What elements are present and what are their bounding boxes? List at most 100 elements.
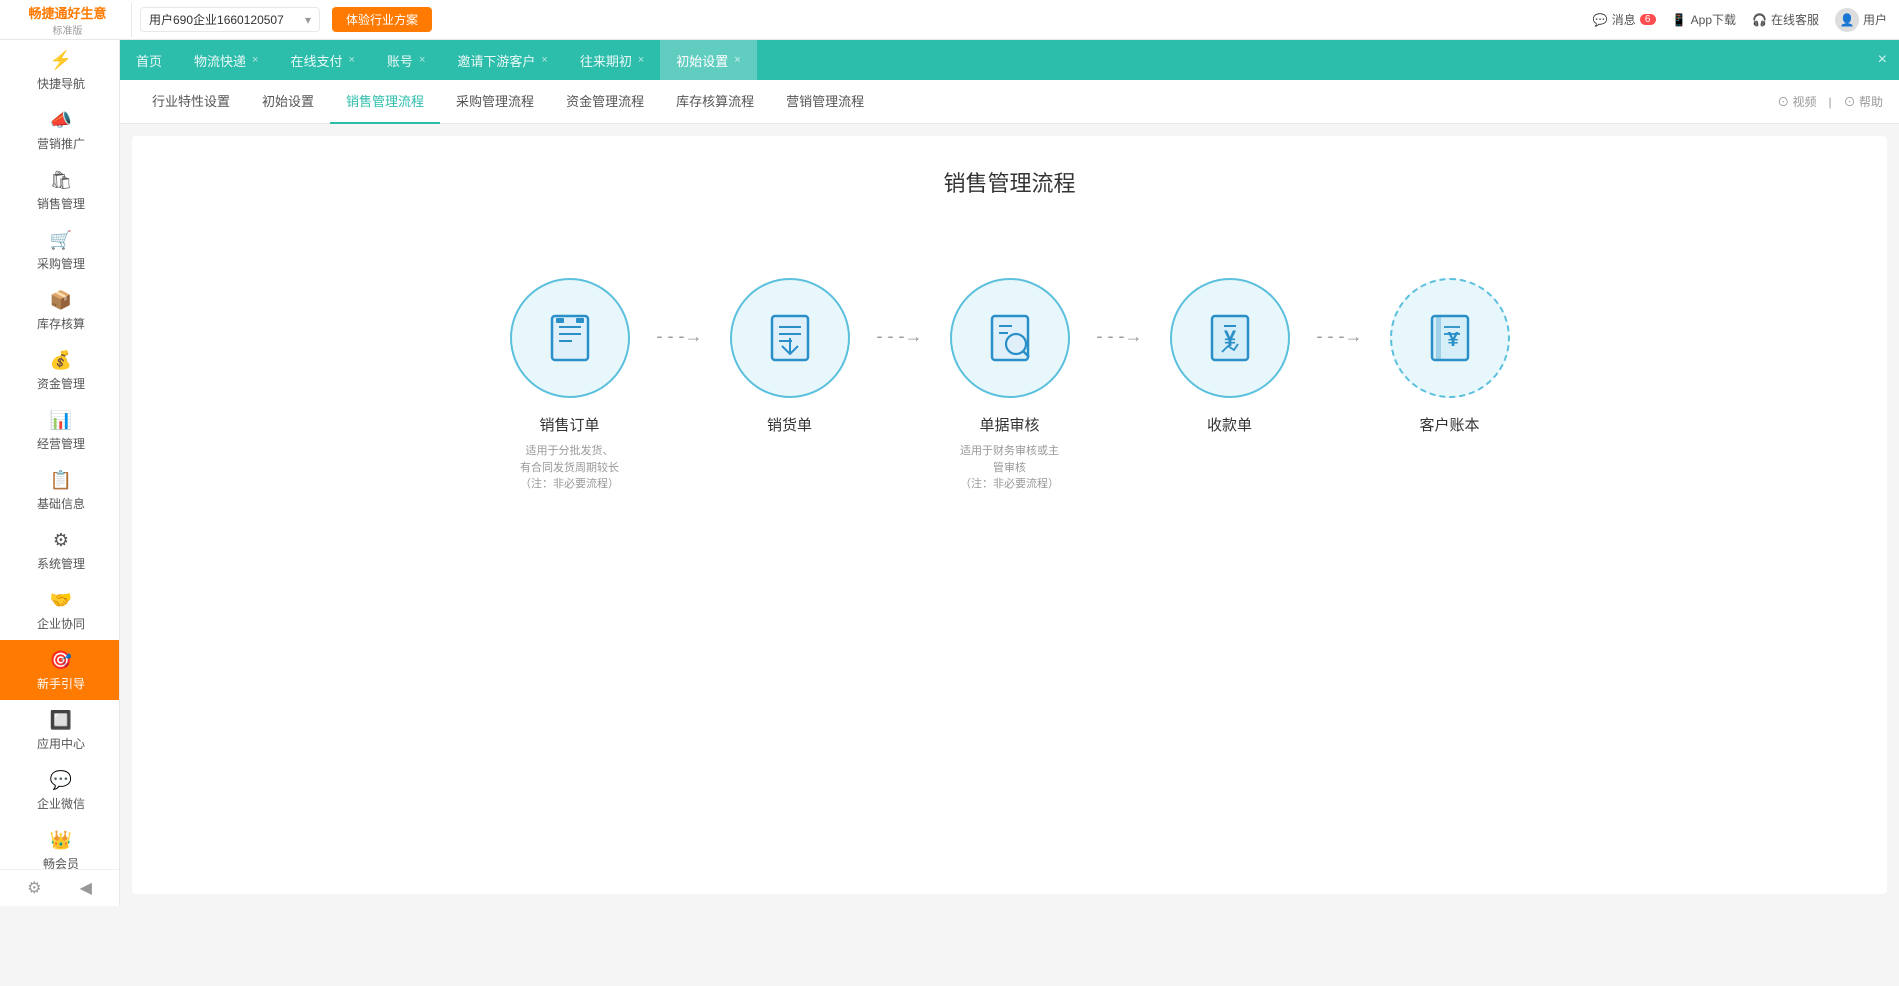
nav-init[interactable]: 初始设置 × xyxy=(660,40,756,80)
basic-icon: 📋 xyxy=(50,470,72,491)
sidebar-item-label: 系统管理 xyxy=(37,555,85,572)
sidebar-item-enterprise[interactable]: 🤝 企业协同 xyxy=(0,580,119,640)
flow-item-salesship[interactable]: 销货单 xyxy=(710,278,870,443)
nav-invite-close[interactable]: × xyxy=(541,54,547,66)
nav-logistics-close[interactable]: × xyxy=(252,54,258,66)
service-icon: 🎧 xyxy=(1752,13,1767,27)
arrow-icon-3: - - -→ xyxy=(1097,326,1143,347)
nav-payment[interactable]: 在线支付 × xyxy=(274,40,370,80)
user-selector[interactable]: 用户690企业1660120507 ▾ xyxy=(140,7,320,32)
help-link[interactable]: ⊙ 帮助 xyxy=(1844,93,1883,110)
top-bar: 畅捷通好生意 标准版 用户690企业1660120507 ▾ 体验行业方案 💬 … xyxy=(0,0,1899,40)
nav-period[interactable]: 往来期初 × xyxy=(564,40,660,80)
inventory-icon: 📦 xyxy=(50,290,72,311)
nav-payment-close[interactable]: × xyxy=(348,54,354,66)
flow-item-customerbook[interactable]: ¥ 客户账本 xyxy=(1370,278,1530,443)
flow-item-salesorder[interactable]: 销售订单 适用于分批发货、有合同发货周期较长（注：非必要流程） xyxy=(490,278,650,493)
nav-period-close[interactable]: × xyxy=(638,54,644,66)
message-item[interactable]: 💬 消息 6 xyxy=(1593,11,1656,28)
flow-item-audit[interactable]: 单据审核 适用于财务审核或主管审核（注：非必要流程） xyxy=(930,278,1090,493)
sidebar-item-marketing[interactable]: 📣 营销推广 xyxy=(0,100,119,160)
flow-circle-salesship xyxy=(730,278,850,398)
nav-period-label: 往来期初 xyxy=(580,51,632,70)
salesorder-icon xyxy=(542,310,598,366)
nav-logistics-label: 物流快递 xyxy=(194,51,246,70)
collapse-icon[interactable]: ◀ xyxy=(80,878,92,898)
logo-area: 畅捷通好生意 标准版 xyxy=(12,3,132,37)
appcenter-icon: 🔲 xyxy=(50,710,72,731)
user-selector-label: 用户690企业1660120507 xyxy=(149,11,284,28)
nav-account-label: 账号 xyxy=(387,51,413,70)
message-badge: 6 xyxy=(1640,14,1656,25)
enterprise-icon: 🤝 xyxy=(50,590,72,611)
app-download-item[interactable]: 📱 App下载 xyxy=(1672,11,1736,28)
app-icon: 📱 xyxy=(1672,13,1687,27)
flow-circle-salesorder xyxy=(510,278,630,398)
online-service-item[interactable]: 🎧 在线客服 xyxy=(1752,11,1819,28)
sidebar-item-label: 库存核算 xyxy=(37,315,85,332)
flow-desc-salesorder: 适用于分批发货、有合同发货周期较长（注：非必要流程） xyxy=(520,443,619,493)
salesship-icon xyxy=(762,310,818,366)
sidebar-item-member[interactable]: 👑 畅会员 xyxy=(0,820,119,869)
subtab-capital[interactable]: 资金管理流程 xyxy=(550,80,660,124)
sidebar-item-operation[interactable]: 📊 经营管理 xyxy=(0,400,119,460)
sidebar-item-system[interactable]: ⚙ 系统管理 xyxy=(0,520,119,580)
user-selector-arrow: ▾ xyxy=(305,13,311,27)
user-item[interactable]: 👤 用户 xyxy=(1835,8,1887,32)
sidebar-item-wechat[interactable]: 💬 企业微信 xyxy=(0,760,119,820)
subtab-sales[interactable]: 销售管理流程 xyxy=(330,80,440,124)
sidebar-item-guide[interactable]: 🎯 新手引导 xyxy=(0,640,119,700)
trial-button[interactable]: 体验行业方案 xyxy=(332,7,432,32)
sidebar-item-appcenter[interactable]: 🔲 应用中心 xyxy=(0,700,119,760)
nav-init-label: 初始设置 xyxy=(676,51,728,70)
system-icon: ⚙ xyxy=(53,530,69,551)
message-icon: 💬 xyxy=(1593,13,1608,27)
sidebar-item-quicknav[interactable]: ⚡ 快捷导航 xyxy=(0,40,119,100)
nav-home[interactable]: 首页 xyxy=(120,40,178,80)
nav-logistics[interactable]: 物流快递 × xyxy=(178,40,274,80)
page-title: 销售管理流程 xyxy=(162,166,1857,198)
sidebar-item-basic[interactable]: 📋 基础信息 xyxy=(0,460,119,520)
sidebar-item-label: 企业微信 xyxy=(37,795,85,812)
flow-arrow-1: - - -→ xyxy=(650,278,710,347)
subtab-industry[interactable]: 行业特性设置 xyxy=(136,80,246,124)
logo-sub: 标准版 xyxy=(53,22,83,37)
nav-account[interactable]: 账号 × xyxy=(371,40,441,80)
subtab-init[interactable]: 初始设置 xyxy=(246,80,330,124)
user-label: 用户 xyxy=(1863,11,1887,28)
sidebar-item-inventory[interactable]: 📦 库存核算 xyxy=(0,280,119,340)
subtab-stock-label: 库存核算流程 xyxy=(676,91,754,110)
nav-home-label: 首页 xyxy=(136,51,162,70)
flow-label-customerbook: 客户账本 xyxy=(1419,414,1479,435)
sidebar: ⚡ 快捷导航 📣 营销推广 🛍 销售管理 🛒 采购管理 📦 库存核算 💰 资金管… xyxy=(0,40,120,906)
sidebar-item-purchase[interactable]: 🛒 采购管理 xyxy=(0,220,119,280)
arrow-icon-4: - - -→ xyxy=(1317,326,1363,347)
sidebar-item-sales[interactable]: 🛍 销售管理 xyxy=(0,160,119,220)
subtab-purchase[interactable]: 采购管理流程 xyxy=(440,80,550,124)
marketing-icon: 📣 xyxy=(50,110,72,131)
subtab-stock[interactable]: 库存核算流程 xyxy=(660,80,770,124)
sidebar-item-finance[interactable]: 💰 资金管理 xyxy=(0,340,119,400)
nav-init-close[interactable]: × xyxy=(734,54,740,66)
subtab-marketing[interactable]: 营销管理流程 xyxy=(770,80,880,124)
nav-account-close[interactable]: × xyxy=(419,54,425,66)
flow-circle-customerbook: ¥ xyxy=(1390,278,1510,398)
divider: | xyxy=(1829,95,1832,109)
receipt-icon: ¥ xyxy=(1202,310,1258,366)
video-link[interactable]: ⊙ 视频 xyxy=(1777,93,1816,110)
flow-desc-audit: 适用于财务审核或主管审核（注：非必要流程） xyxy=(960,443,1059,493)
flow-label-salesorder: 销售订单 xyxy=(539,414,599,435)
settings-icon[interactable]: ⚙ xyxy=(27,878,41,898)
subtab-capital-label: 资金管理流程 xyxy=(566,91,644,110)
nav-invite-label: 邀请下游客户 xyxy=(457,51,535,70)
flow-item-receipt[interactable]: ¥ 收款单 xyxy=(1150,278,1310,443)
subtab-init-label: 初始设置 xyxy=(262,91,314,110)
subtab-marketing-label: 营销管理流程 xyxy=(786,91,864,110)
wechat-icon: 💬 xyxy=(50,770,72,791)
sidebar-item-label: 快捷导航 xyxy=(37,75,85,92)
operation-icon: 📊 xyxy=(50,410,72,431)
nav-invite[interactable]: 邀请下游客户 × xyxy=(441,40,563,80)
top-nav: 首页 物流快递 × 在线支付 × 账号 × 邀请下游客户 × 往来期初 × 初始… xyxy=(120,40,1899,80)
nav-close-all[interactable]: × xyxy=(1866,51,1899,69)
flow-label-salesship: 销货单 xyxy=(767,414,812,435)
